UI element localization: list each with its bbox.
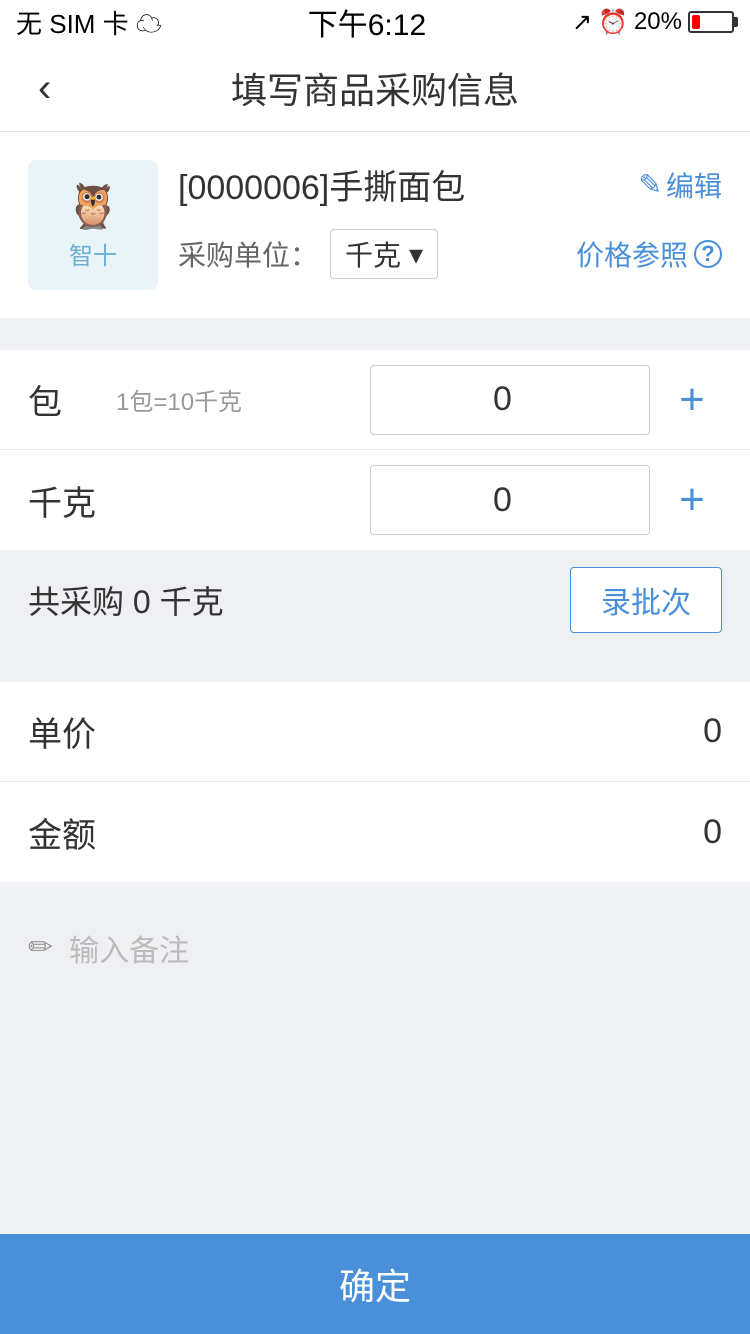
bag-quantity-input[interactable] <box>370 365 650 435</box>
divider-1 <box>0 334 750 350</box>
page-title: 填写商品采购信息 <box>231 62 519 114</box>
sim-text: 无 SIM 卡 ☁ <box>16 4 162 41</box>
divider-2 <box>0 650 750 666</box>
product-section: 🦉 智十 [0000006]手撕面包 ✎ 编辑 采购单位： 千克 ▾ 价格参照 <box>0 132 750 318</box>
info-icon: ? <box>694 240 722 268</box>
kg-label: 千克 <box>28 476 108 525</box>
summary-row: 共采购 0 千克 录批次 <box>0 550 750 650</box>
edit-button[interactable]: ✎ 编辑 <box>639 165 722 205</box>
kg-quantity-input[interactable] <box>370 465 650 535</box>
kg-input-row: 千克 + <box>0 450 750 550</box>
product-code: [0000006] <box>178 169 329 207</box>
bag-plus-button[interactable]: + <box>662 370 722 430</box>
edit-label: 编辑 <box>666 165 722 205</box>
product-icon: 🦉 <box>66 180 121 232</box>
kg-field-wrapper: + <box>108 465 722 535</box>
status-left: 无 SIM 卡 ☁ <box>16 4 162 41</box>
product-info: [0000006]手撕面包 ✎ 编辑 采购单位： 千克 ▾ 价格参照 ? <box>178 160 722 279</box>
back-button[interactable]: ‹ <box>28 58 61 118</box>
amount-value: 0 <box>703 813 722 852</box>
product-name-row: [0000006]手撕面包 ✎ 编辑 <box>178 160 722 209</box>
unit-price-value: 0 <box>703 712 722 751</box>
price-reference-button[interactable]: 价格参照 ? <box>576 234 722 274</box>
nav-bar: ‹ 填写商品采购信息 <box>0 44 750 132</box>
unit-value: 千克 <box>345 234 401 274</box>
edit-icon: ✎ <box>639 168 662 201</box>
status-bar: 无 SIM 卡 ☁ 下午6:12 ↗ ⏰ 20% <box>0 0 750 44</box>
alarm-icon: ⏰ <box>598 8 628 37</box>
product-thumb-text: 智十 <box>69 236 117 271</box>
bag-field-wrapper: + <box>242 365 722 435</box>
kg-plus-button[interactable]: + <box>662 470 722 530</box>
amount-row: 金额 0 <box>0 782 750 882</box>
battery-text: 20% <box>634 8 682 36</box>
confirm-section[interactable]: 确定 <box>0 1234 750 1334</box>
bag-input-row: 包 1包=10千克 + <box>0 350 750 450</box>
remark-placeholder: 输入备注 <box>69 926 189 970</box>
pencil-icon: ✏ <box>28 930 53 965</box>
bag-label: 包 <box>28 375 108 424</box>
chevron-down-icon: ▾ <box>409 238 423 271</box>
batch-button[interactable]: 录批次 <box>570 567 722 633</box>
price-ref-label: 价格参照 <box>576 234 688 274</box>
unit-selector[interactable]: 千克 ▾ <box>330 229 438 279</box>
unit-prefix-label: 采购单位： <box>178 234 318 274</box>
remark-section[interactable]: ✏ 输入备注 <box>0 898 750 1218</box>
product-unit-row: 采购单位： 千克 ▾ 价格参照 ? <box>178 229 722 279</box>
summary-text: 共采购 0 千克 <box>28 577 224 623</box>
unit-price-label: 单价 <box>28 707 96 756</box>
price-section: 单价 0 金额 0 <box>0 682 750 882</box>
status-right: ↗ ⏰ 20% <box>572 8 734 37</box>
bag-sublabel: 1包=10千克 <box>116 382 242 417</box>
product-name: [0000006]手撕面包 <box>178 160 465 209</box>
amount-label: 金额 <box>28 808 96 857</box>
confirm-button[interactable]: 确定 <box>339 1258 411 1310</box>
location-icon: ↗ <box>572 8 592 37</box>
battery-indicator <box>688 11 734 33</box>
status-time: 下午6:12 <box>308 0 426 44</box>
summary-section: 共采购 0 千克 录批次 <box>0 550 750 650</box>
unit-price-row: 单价 0 <box>0 682 750 782</box>
input-section: 包 1包=10千克 + 千克 + <box>0 350 750 550</box>
product-title: 手撕面包 <box>329 169 465 207</box>
product-thumbnail: 🦉 智十 <box>28 160 158 290</box>
